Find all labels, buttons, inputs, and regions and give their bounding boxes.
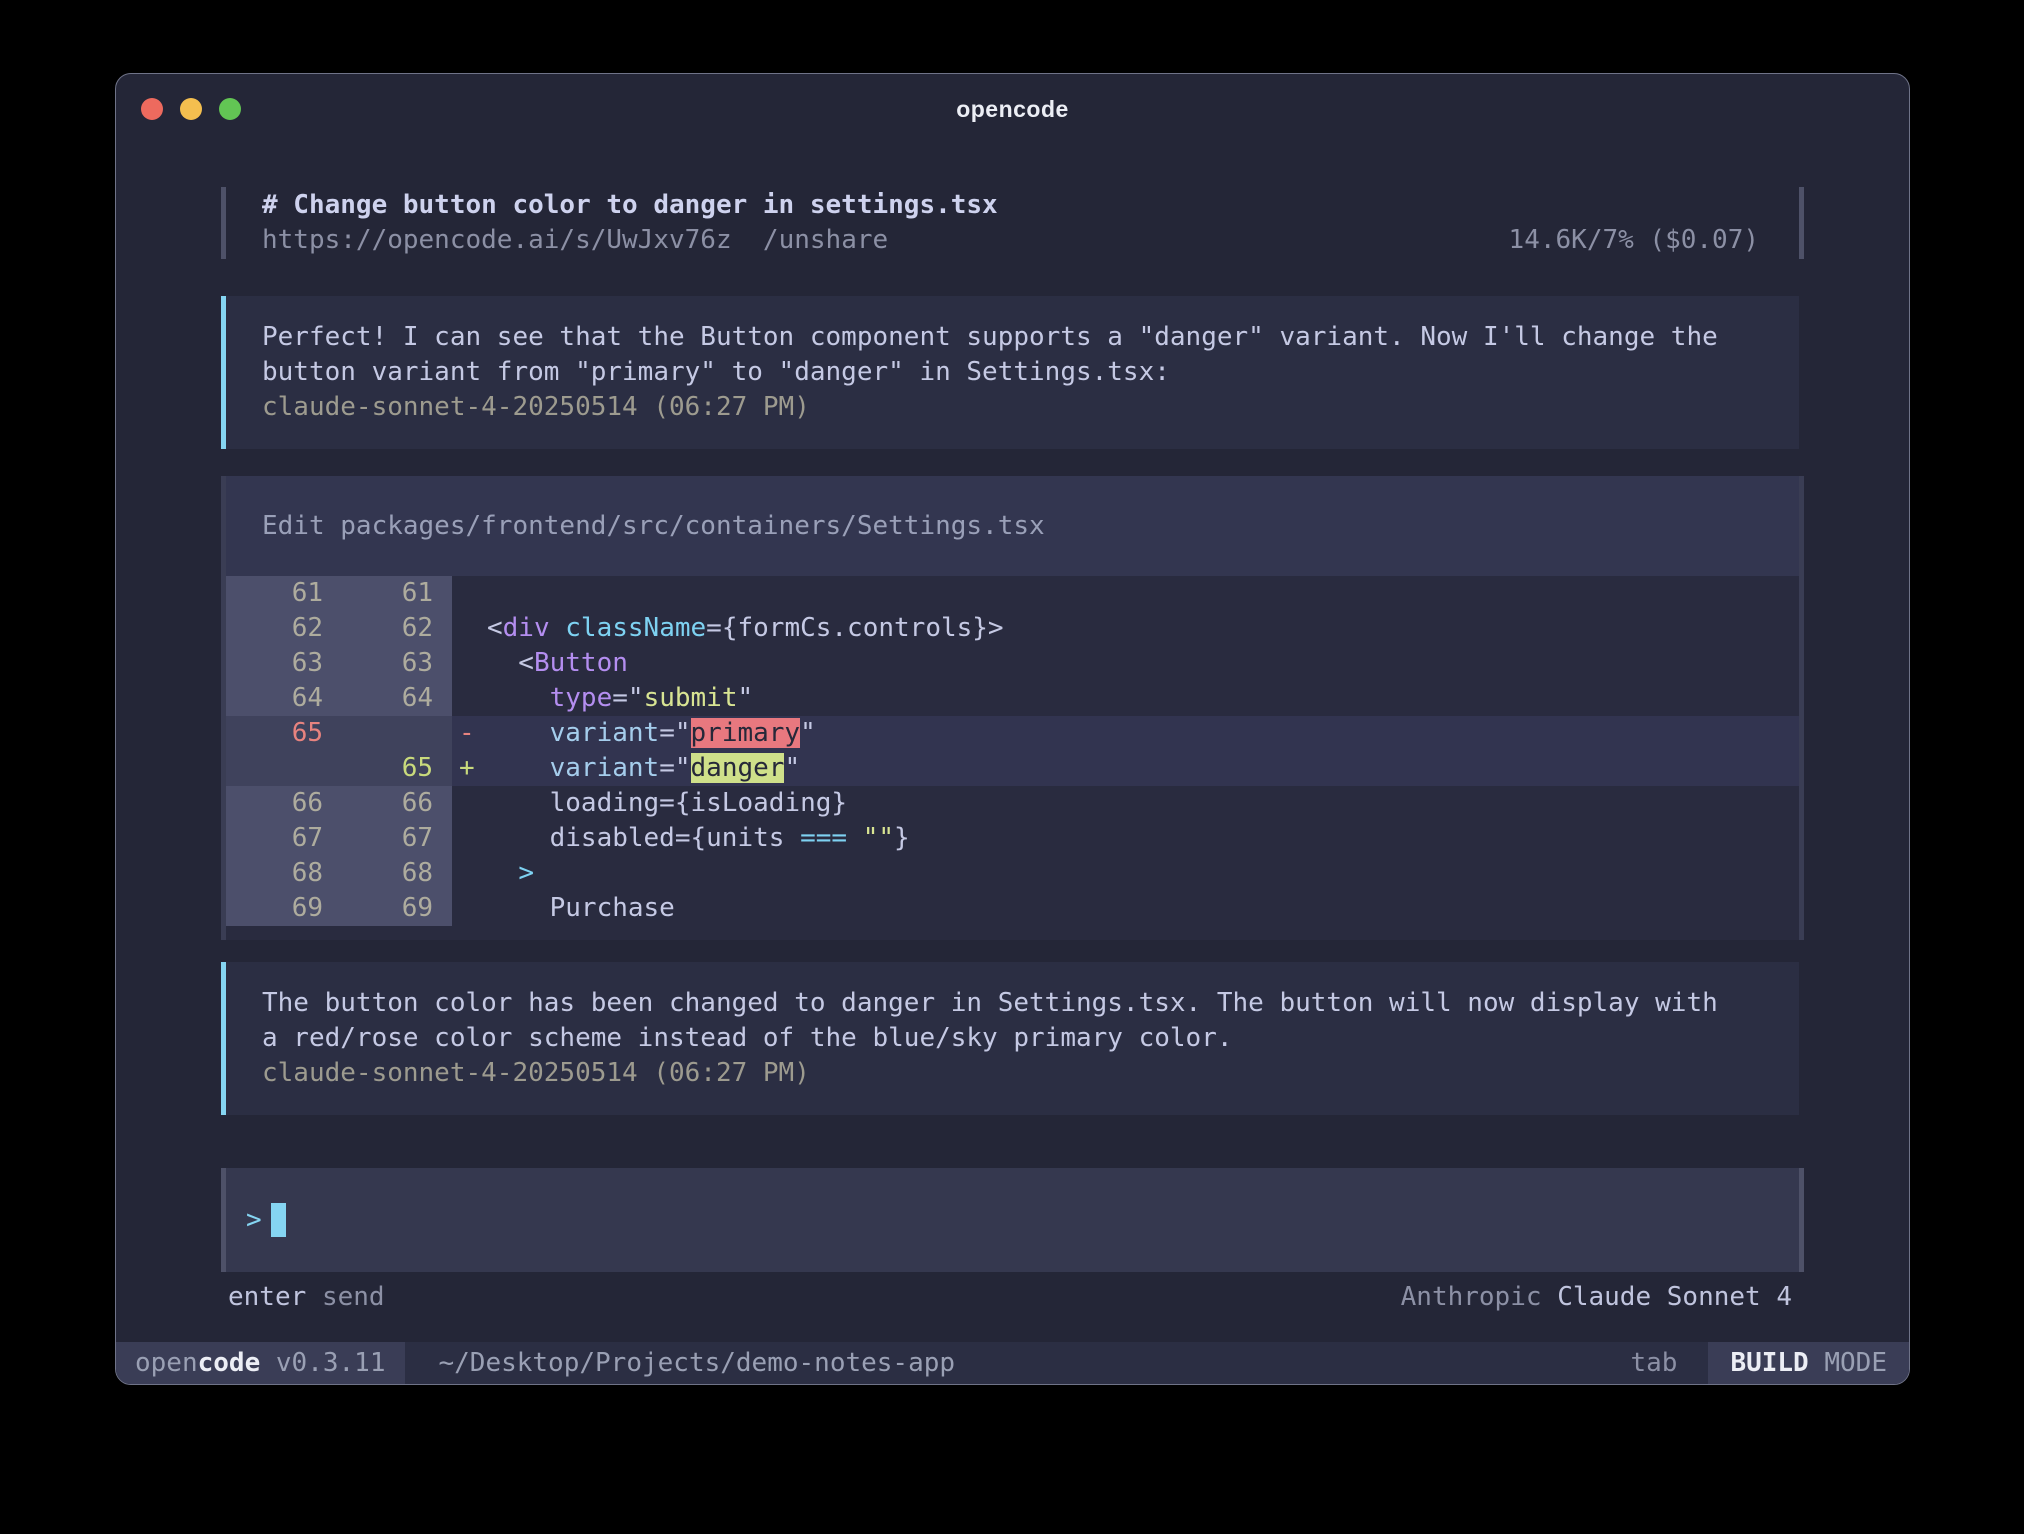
hints-row: enter send Anthropic Claude Sonnet 4 — [221, 1280, 1804, 1315]
line-number-old: 62 — [226, 611, 323, 646]
diff-row: 6969 Purchase — [226, 891, 1799, 926]
unshare-command: /unshare — [763, 223, 888, 258]
diff-row: 65 - variant="primary" — [226, 716, 1799, 751]
line-number-new: 65 — [323, 751, 433, 786]
diff-marker: + — [452, 751, 487, 786]
code-line: Purchase — [487, 891, 1799, 926]
input-right-bar — [1799, 1168, 1804, 1272]
diff-marker: - — [452, 716, 487, 751]
message-text: button variant from "primary" to "danger… — [262, 355, 1799, 390]
line-number-old — [226, 751, 323, 786]
diff-row: 65 + variant="danger" — [226, 751, 1799, 786]
code-line: <div className={formCs.controls}> — [487, 611, 1799, 646]
send-action-hint: send — [322, 1280, 385, 1315]
diff-file-header: Edit packages/frontend/src/containers/Se… — [226, 476, 1799, 576]
app-name-suffix: code — [198, 1348, 261, 1378]
line-number-old: 64 — [226, 681, 323, 716]
code-line: variant="danger" — [487, 751, 1799, 786]
code-line: loading={isLoading} — [487, 786, 1799, 821]
app-version: v0.3.11 — [276, 1348, 386, 1378]
diff-right-bar — [1799, 476, 1804, 940]
share-url: https://opencode.ai/s/UwJxv76z — [262, 223, 732, 258]
session-header: # Change button color to danger in setti… — [221, 187, 1804, 259]
line-number-new: 63 — [323, 646, 433, 681]
code-line: > — [487, 856, 1799, 891]
diff-marker — [452, 821, 487, 856]
line-number-old: 65 — [226, 716, 323, 751]
app-version-badge: opencode v0.3.11 — [116, 1342, 405, 1384]
code-line: type="submit" — [487, 681, 1799, 716]
cwd-path: ~/Desktop/Projects/demo-notes-app — [438, 1348, 955, 1378]
line-number-new: 61 — [323, 576, 433, 611]
mode-suffix: MODE — [1824, 1348, 1887, 1378]
line-number-new: 64 — [323, 681, 433, 716]
diff-row: 6363 <Button — [226, 646, 1799, 681]
line-number-new: 66 — [323, 786, 433, 821]
diff-row: 6464 type="submit" — [226, 681, 1799, 716]
line-number-old: 63 — [226, 646, 323, 681]
tab-hint: tab — [1630, 1348, 1677, 1378]
diff-row: 6262 <div className={formCs.controls}> — [226, 611, 1799, 646]
assistant-message: The button color has been changed to dan… — [221, 962, 1804, 1115]
diff-marker — [452, 891, 487, 926]
message-text: Perfect! I can see that the Button compo… — [262, 320, 1799, 355]
diff-marker — [452, 576, 487, 611]
close-button[interactable] — [141, 98, 163, 120]
line-number-old: 61 — [226, 576, 323, 611]
model-timestamp: claude-sonnet-4-20250514 (06:27 PM) — [262, 1056, 1799, 1091]
code-line: <Button — [487, 646, 1799, 681]
line-number-old: 66 — [226, 786, 323, 821]
session-header-right-bar — [1799, 187, 1804, 259]
enter-key-hint: enter — [228, 1280, 306, 1315]
prompt-symbol: > — [246, 1205, 262, 1235]
diff-row: 6767 disabled={units === ""} — [226, 821, 1799, 856]
diff-row: 6666 loading={isLoading} — [226, 786, 1799, 821]
session-title: # Change button color to danger in setti… — [262, 188, 1799, 223]
status-bar: opencode v0.3.11 ~/Desktop/Projects/demo… — [116, 1342, 1909, 1384]
mode-badge[interactable]: BUILD MODE — [1708, 1342, 1909, 1384]
titlebar: opencode — [116, 74, 1909, 144]
diff-marker — [452, 611, 487, 646]
window-title: opencode — [956, 96, 1069, 123]
line-number-old: 68 — [226, 856, 323, 891]
provider-label: Anthropic — [1401, 1282, 1542, 1312]
zoom-button[interactable] — [219, 98, 241, 120]
input-cursor — [271, 1203, 286, 1237]
line-number-new: 62 — [323, 611, 433, 646]
line-number-old: 69 — [226, 891, 323, 926]
line-number-old: 67 — [226, 821, 323, 856]
diff-marker — [452, 856, 487, 891]
assistant-message: Perfect! I can see that the Button compo… — [221, 296, 1804, 449]
diff-rows: 61616262 <div className={formCs.controls}… — [226, 576, 1799, 940]
model-timestamp: claude-sonnet-4-20250514 (06:27 PM) — [262, 390, 1799, 425]
message-text: a red/rose color scheme instead of the b… — [262, 1021, 1799, 1056]
diff-marker — [452, 786, 487, 821]
diff-panel: Edit packages/frontend/src/containers/Se… — [221, 476, 1804, 940]
prompt-input[interactable]: > — [221, 1168, 1804, 1272]
line-number-new: 69 — [323, 891, 433, 926]
model-label: Claude Sonnet 4 — [1557, 1282, 1792, 1312]
line-number-new — [323, 716, 433, 751]
minimize-button[interactable] — [180, 98, 202, 120]
token-stats: 14.6K/7% ($0.07) — [1509, 223, 1799, 258]
message-text: The button color has been changed to dan… — [262, 986, 1799, 1021]
diff-marker — [452, 681, 487, 716]
diff-marker — [452, 646, 487, 681]
code-line: variant="primary" — [487, 716, 1799, 751]
code-line: disabled={units === ""} — [487, 821, 1799, 856]
code-line — [487, 576, 1799, 611]
app-name-prefix: open — [135, 1348, 198, 1378]
diff-row: 6161 — [226, 576, 1799, 611]
line-number-new: 67 — [323, 821, 433, 856]
traffic-lights — [141, 74, 241, 144]
mode-name: BUILD — [1730, 1348, 1808, 1378]
diff-row: 6868 > — [226, 856, 1799, 891]
opencode-terminal-window: opencode # Change button color to danger… — [115, 73, 1910, 1385]
line-number-new: 68 — [323, 856, 433, 891]
